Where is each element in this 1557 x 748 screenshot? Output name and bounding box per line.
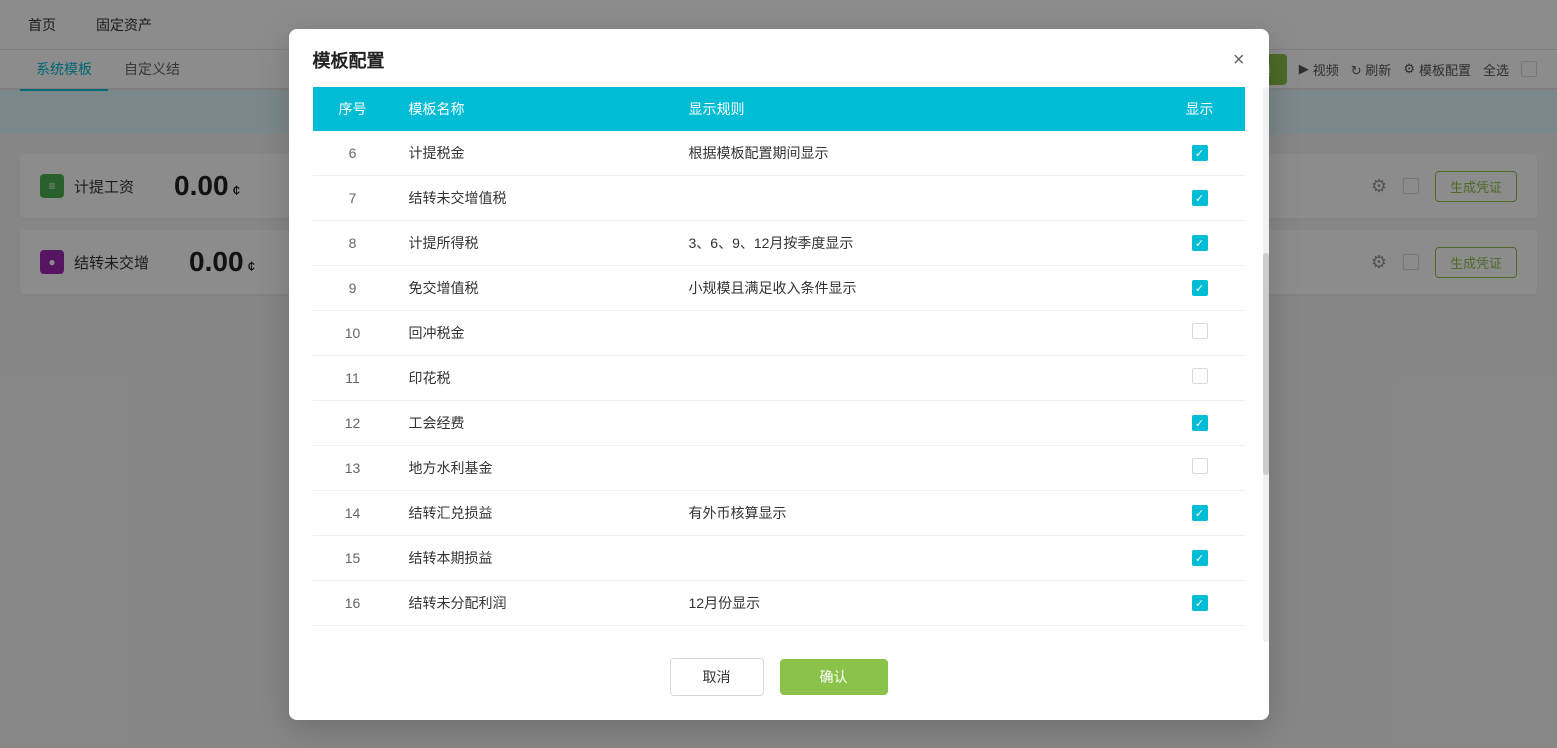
row-checkbox-cell: ✓ <box>1155 131 1245 176</box>
row-checkbox-14[interactable]: ✓ <box>1192 505 1208 521</box>
row-name: 结转本期损益 <box>393 535 673 580</box>
row-checkbox-cell: ✓ <box>1155 535 1245 580</box>
modal-title: 模板配置 <box>313 47 385 73</box>
row-checkbox-13[interactable] <box>1192 458 1208 474</box>
row-name: 结转未交增值税 <box>393 175 673 220</box>
col-header-index: 序号 <box>313 87 393 131</box>
row-checkbox-cell <box>1155 355 1245 400</box>
row-rule: 小规模且满足收入条件显示 <box>673 265 1155 310</box>
row-index: 14 <box>313 490 393 535</box>
row-checkbox-7[interactable]: ✓ <box>1192 190 1208 206</box>
row-name: 回冲税金 <box>393 310 673 355</box>
row-checkbox-8[interactable]: ✓ <box>1192 235 1208 251</box>
row-index: 7 <box>313 175 393 220</box>
row-index: 16 <box>313 580 393 625</box>
row-name: 印花税 <box>393 355 673 400</box>
row-checkbox-9[interactable]: ✓ <box>1192 280 1208 296</box>
cancel-button[interactable]: 取消 <box>670 658 764 696</box>
row-name: 结转未分配利润 <box>393 580 673 625</box>
row-rule: 根据模板配置期间显示 <box>673 131 1155 176</box>
row-checkbox-10[interactable] <box>1192 323 1208 339</box>
row-index: 11 <box>313 355 393 400</box>
config-table: 序号 模板名称 显示规则 显示 6计提税金根据模板配置期间显示✓7结转未交增值税… <box>313 87 1245 626</box>
row-rule <box>673 445 1155 490</box>
row-index: 8 <box>313 220 393 265</box>
row-name: 计提税金 <box>393 131 673 176</box>
row-rule <box>673 310 1155 355</box>
row-checkbox-cell: ✓ <box>1155 400 1245 445</box>
table-row: 9免交增值税小规模且满足收入条件显示 ✓ <box>313 265 1245 310</box>
row-checkbox-cell: ✓ <box>1155 265 1245 310</box>
row-name: 地方水利基金 <box>393 445 673 490</box>
confirm-button[interactable]: 确认 <box>780 659 888 695</box>
scrollbar-track <box>1263 87 1269 642</box>
modal-body: 序号 模板名称 显示规则 显示 6计提税金根据模板配置期间显示✓7结转未交增值税… <box>289 87 1269 642</box>
row-name: 计提所得税 <box>393 220 673 265</box>
table-row: 15结转本期损益 ✓ <box>313 535 1245 580</box>
row-rule <box>673 175 1155 220</box>
modal-footer: 取消 确认 <box>289 642 1269 720</box>
row-rule: 有外币核算显示 <box>673 490 1155 535</box>
row-checkbox-cell <box>1155 310 1245 355</box>
row-rule: 3、6、9、12月按季度显示 <box>673 220 1155 265</box>
table-row: 14结转汇兑损益有外币核算显示 ✓ <box>313 490 1245 535</box>
row-name: 免交增值税 <box>393 265 673 310</box>
row-checkbox-11[interactable] <box>1192 368 1208 384</box>
table-row: 11印花税 <box>313 355 1245 400</box>
row-index: 13 <box>313 445 393 490</box>
row-index: 15 <box>313 535 393 580</box>
row-index: 12 <box>313 400 393 445</box>
row-index: 10 <box>313 310 393 355</box>
row-checkbox-cell: ✓ <box>1155 220 1245 265</box>
row-checkbox-cell: ✓ <box>1155 580 1245 625</box>
modal-close-button[interactable]: × <box>1233 50 1245 70</box>
row-checkbox-12[interactable]: ✓ <box>1192 415 1208 431</box>
col-header-show: 显示 <box>1155 87 1245 131</box>
row-rule <box>673 400 1155 445</box>
modal-header: 模板配置 × <box>289 29 1269 87</box>
row-name: 结转汇兑损益 <box>393 490 673 535</box>
modal-overlay: 模板配置 × 序号 模板名称 显示规则 显示 6计提税金根据模板配置期间显示✓7… <box>0 0 1557 748</box>
col-header-name: 模板名称 <box>393 87 673 131</box>
row-name: 工会经费 <box>393 400 673 445</box>
row-rule <box>673 535 1155 580</box>
modal-template-config: 模板配置 × 序号 模板名称 显示规则 显示 6计提税金根据模板配置期间显示✓7… <box>289 29 1269 720</box>
row-checkbox-cell <box>1155 445 1245 490</box>
table-row: 10回冲税金 <box>313 310 1245 355</box>
row-checkbox-6[interactable]: ✓ <box>1192 145 1208 161</box>
table-row: 8计提所得税3、6、9、12月按季度显示 ✓ <box>313 220 1245 265</box>
row-index: 6 <box>313 131 393 176</box>
row-checkbox-cell: ✓ <box>1155 175 1245 220</box>
table-row: 16结转未分配利润12月份显示 ✓ <box>313 580 1245 625</box>
col-header-rule: 显示规则 <box>673 87 1155 131</box>
table-row: 7结转未交增值税 ✓ <box>313 175 1245 220</box>
table-row: 13地方水利基金 <box>313 445 1245 490</box>
row-checkbox-16[interactable]: ✓ <box>1192 595 1208 611</box>
row-index: 9 <box>313 265 393 310</box>
row-rule <box>673 355 1155 400</box>
row-checkbox-cell: ✓ <box>1155 490 1245 535</box>
row-rule: 12月份显示 <box>673 580 1155 625</box>
table-row: 12工会经费 ✓ <box>313 400 1245 445</box>
table-row: 6计提税金根据模板配置期间显示 ✓ <box>313 131 1245 176</box>
scrollbar-thumb[interactable] <box>1263 253 1269 475</box>
row-checkbox-15[interactable]: ✓ <box>1192 550 1208 566</box>
